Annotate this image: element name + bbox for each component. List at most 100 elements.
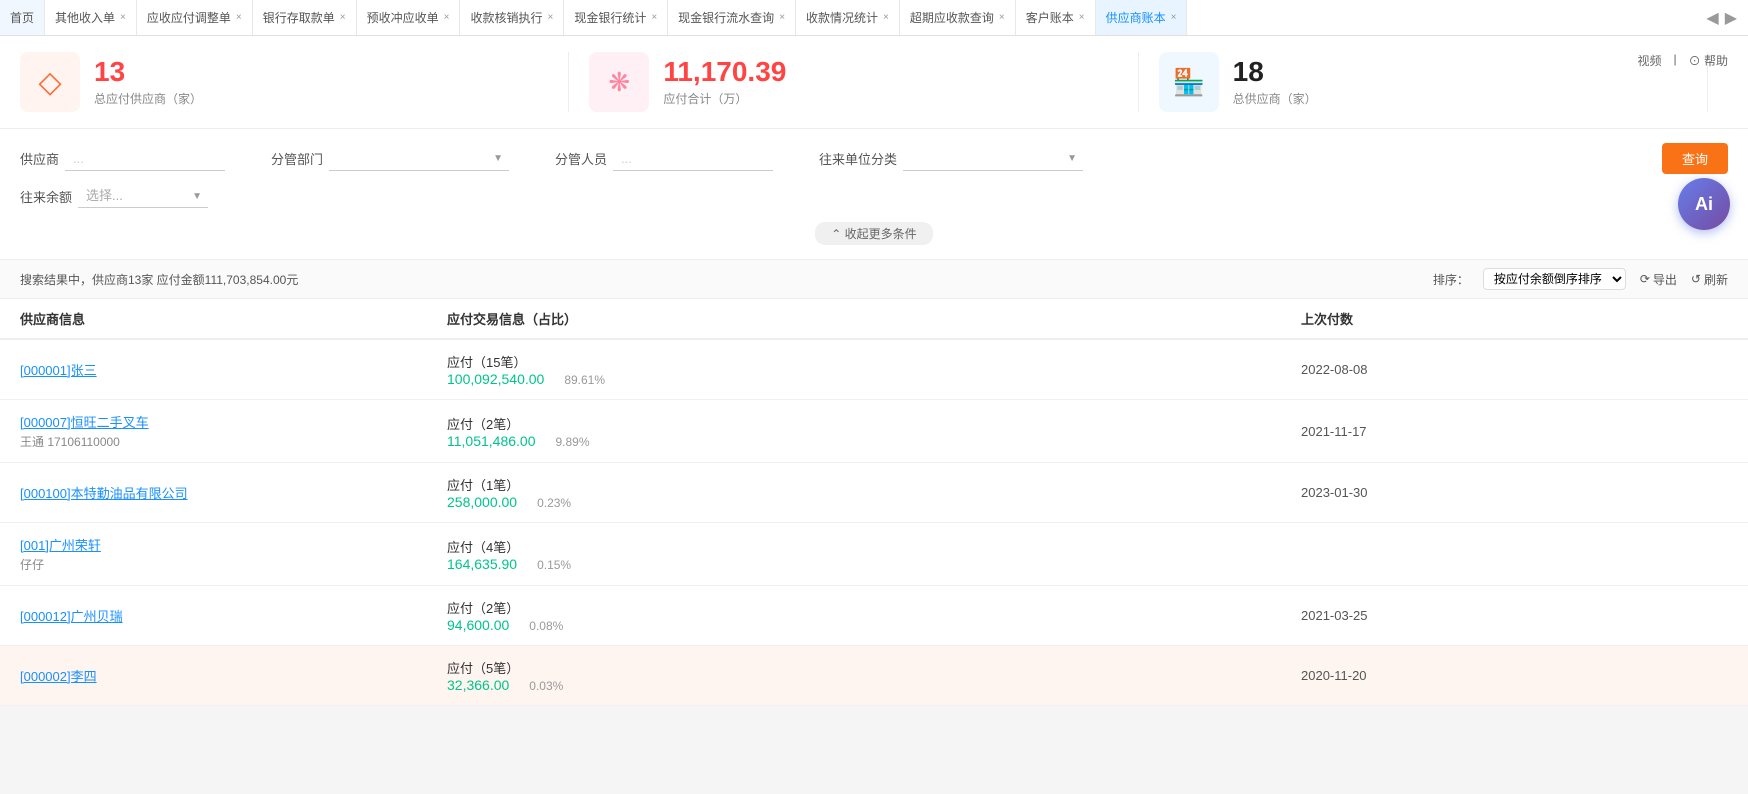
nav-item-receipt-writeoff[interactable]: 收款核销执行× [460, 0, 564, 35]
category-label: 往来单位分类 [819, 149, 897, 168]
stat-card-2: ❋ 11,170.39 应付合计（万） [589, 52, 1138, 112]
nav-item-home[interactable]: 首页 [0, 0, 45, 35]
tx-label: 应付（4笔） [447, 537, 1301, 556]
tx-label: 应付（5笔） [447, 658, 1301, 677]
supplier-name-link[interactable]: [000100]本特勤油品有限公司 [20, 483, 447, 502]
nav-item-overdue-ar[interactable]: 超期应收款查询× [900, 0, 1016, 35]
nav-close-receipt-stat[interactable]: × [883, 12, 889, 23]
help-video-link[interactable]: 视频 [1638, 52, 1662, 69]
collapse-button[interactable]: ⌃ 收起更多条件 [815, 222, 932, 245]
collapse-bar: ⌃ 收起更多条件 [20, 218, 1728, 247]
nav-close-customer-book[interactable]: × [1079, 12, 1085, 23]
tx-info-0: 应付（15笔）100,092,540.0089.61% [447, 352, 1301, 387]
nav-item-customer-book[interactable]: 客户账本× [1016, 0, 1096, 35]
tx-amount[interactable]: 164,635.90 [447, 556, 517, 572]
filter-row-2: 往来余额 选择... ▼ [20, 184, 1728, 208]
tx-percent: 0.15% [537, 558, 571, 572]
nav-arrows: ◀ ▶ [1695, 8, 1748, 28]
nav-item-bank-deposit[interactable]: 银行存取款单× [253, 0, 357, 35]
export-button[interactable]: ⟳ 导出 [1640, 271, 1677, 288]
filter-supplier: 供应商 [20, 147, 225, 171]
stat-help: 视频 | ⊙ 帮助 [1638, 52, 1728, 69]
nav-item-cash-bank-flow[interactable]: 现金银行流水查询× [668, 0, 796, 35]
col-header-tx: 应付交易信息（占比） [447, 309, 1301, 328]
nav-close-receipt-writeoff[interactable]: × [547, 12, 553, 23]
supplier-name-link[interactable]: [001]广州荣轩 [20, 535, 447, 554]
last-pay-date: 2022-08-08 [1301, 362, 1728, 377]
export-label: 导出 [1653, 271, 1677, 288]
tx-amount[interactable]: 94,600.00 [447, 617, 509, 633]
nav-item-other-income[interactable]: 其他收入单× [45, 0, 137, 35]
nav-close-cash-bank-flow[interactable]: × [779, 12, 785, 23]
supplier-name-link[interactable]: [000001]张三 [20, 360, 447, 379]
refresh-button[interactable]: ↺ 刷新 [1691, 271, 1728, 288]
nav-item-cash-bank-stat[interactable]: 现金银行统计× [564, 0, 668, 35]
last-pay-date: 2021-03-25 [1301, 608, 1728, 623]
dept-select[interactable] [329, 147, 509, 171]
nav-close-ar-ap-adjust[interactable]: × [236, 12, 242, 23]
stat-icon-store: 🏪 [1159, 52, 1219, 112]
nav-item-ar-ap-adjust[interactable]: 应收应付调整单× [137, 0, 253, 35]
ai-assistant-button[interactable]: Ai [1678, 178, 1730, 230]
nav-close-cash-bank-stat[interactable]: × [651, 12, 657, 23]
table-row: [000012]广州贝瑞应付（2笔）94,600.00 0.08% 2021-03-… [0, 586, 1748, 646]
person-input[interactable] [613, 147, 773, 171]
supplier-info-1: [000007]恒旺二手叉车王通 17106110000 [20, 412, 447, 450]
nav-item-receipt-stat[interactable]: 收款情况统计× [796, 0, 900, 35]
filter-dept: 分管部门 ▼ [271, 147, 509, 171]
stat-label-1: 总应付供应商（家） [94, 90, 202, 107]
filter-category: 往来单位分类 ▼ [819, 147, 1083, 171]
tx-info-2: 应付（1笔）258,000.000.23% [447, 475, 1301, 510]
table-header: 供应商信息 应付交易信息（占比） 上次付数 [0, 299, 1748, 340]
col-header-supplier: 供应商信息 [20, 309, 447, 328]
tx-info-4: 应付（2笔）94,600.00 0.08% [447, 598, 1301, 633]
table-row: [000001]张三应付（15笔）100,092,540.0089.61%202… [0, 340, 1748, 400]
supplier-info-3: [001]广州荣轩仔仔 [20, 535, 447, 573]
balance-label: 往来余额 [20, 187, 72, 206]
nav-item-prepay-ar[interactable]: 预收冲应收单× [357, 0, 461, 35]
nav-close-prepay-ar[interactable]: × [444, 12, 450, 23]
help-link[interactable]: ⊙ 帮助 [1689, 52, 1728, 69]
tx-amount[interactable]: 11,051,486.00 [447, 433, 536, 449]
dept-select-wrap: ▼ [329, 147, 509, 171]
supplier-name-link[interactable]: [000012]广州贝瑞 [20, 606, 447, 625]
nav-close-vendor-book[interactable]: × [1171, 12, 1177, 23]
supplier-name-link[interactable]: [000002]李四 [20, 666, 447, 685]
result-actions: 排序： 按应付余额倒序排序 ⟳ 导出 ↺ 刷新 [1433, 268, 1728, 290]
query-button[interactable]: 查询 [1662, 143, 1728, 174]
tx-percent: 9.89% [556, 435, 590, 449]
supplier-name-link[interactable]: [000007]恒旺二手叉车 [20, 412, 447, 431]
data-table: 供应商信息 应付交易信息（占比） 上次付数 [000001]张三应付（15笔）1… [0, 299, 1748, 706]
sort-select[interactable]: 按应付余额倒序排序 [1483, 268, 1626, 290]
stat-info-1: 13 总应付供应商（家） [94, 58, 202, 107]
nav-arrow-left[interactable]: ◀ [1703, 8, 1721, 28]
supplier-sub-info: 仔仔 [20, 556, 447, 573]
tx-percent: 0.08% [529, 619, 563, 633]
balance-select[interactable]: 选择... [78, 184, 208, 208]
stat-label-2: 应付合计（万） [663, 90, 786, 107]
category-select[interactable] [903, 147, 1083, 171]
tx-label: 应付（2笔） [447, 598, 1301, 617]
filter-section: 供应商 分管部门 ▼ 分管人员 往来单位分类 ▼ 查询 [0, 129, 1748, 260]
tx-amount[interactable]: 32,366.00 [447, 677, 509, 693]
export-icon: ⟳ [1640, 272, 1650, 286]
category-select-wrap: ▼ [903, 147, 1083, 171]
supplier-sub-info: 王通 17106110000 [20, 433, 447, 450]
nav-bar: 首页其他收入单×应收应付调整单×银行存取款单×预收冲应收单×收款核销执行×现金银… [0, 0, 1748, 36]
tx-amount[interactable]: 100,092,540.00 [447, 371, 544, 387]
supplier-label: 供应商 [20, 149, 59, 168]
nav-arrow-right[interactable]: ▶ [1722, 8, 1740, 28]
stat-card-3: 🏪 18 总供应商（家） [1159, 52, 1708, 112]
tx-info-3: 应付（4笔）164,635.90 0.15% [447, 537, 1301, 572]
table-row: [000002]李四应付（5笔）32,366.000.03%2020-11-20 [0, 646, 1748, 706]
stat-value-3: 18 [1233, 58, 1317, 86]
nav-item-vendor-book[interactable]: 供应商账本× [1096, 0, 1188, 35]
last-pay-date: 2020-11-20 [1301, 668, 1728, 683]
tx-amount[interactable]: 258,000.00 [447, 494, 517, 510]
supplier-input[interactable] [65, 147, 225, 171]
nav-close-overdue-ar[interactable]: × [999, 12, 1005, 23]
supplier-info-4: [000012]广州贝瑞 [20, 606, 447, 625]
nav-close-bank-deposit[interactable]: × [340, 12, 346, 23]
nav-close-other-income[interactable]: × [120, 12, 126, 23]
table-body: [000001]张三应付（15笔）100,092,540.0089.61%202… [0, 340, 1748, 706]
